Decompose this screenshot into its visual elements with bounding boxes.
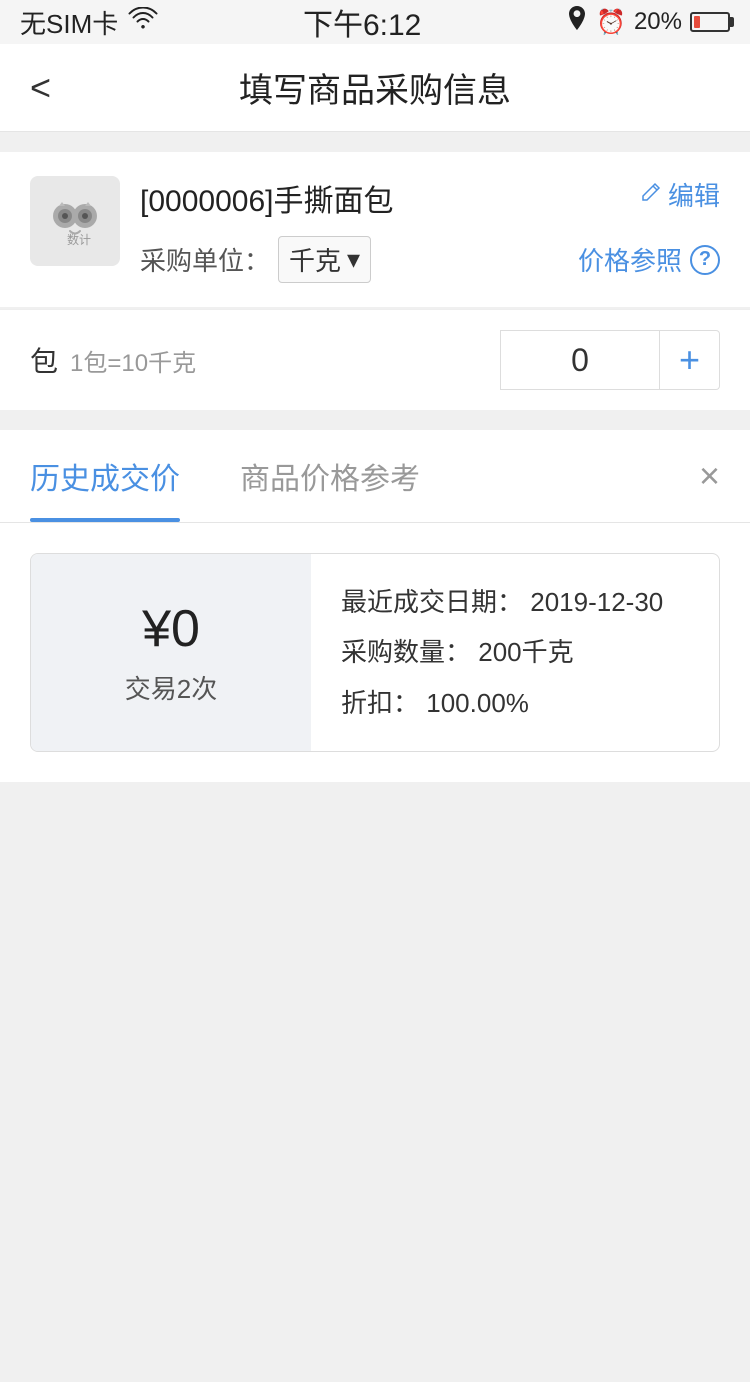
unit-label: 采购单位：	[140, 241, 270, 278]
price-summary: ¥0 交易2次	[31, 554, 311, 751]
tab-product-price-ref[interactable]: 商品价格参考	[240, 430, 420, 522]
price-card: ¥0 交易2次 最近成交日期： 2019-12-30 采购数量： 200千克 折…	[30, 553, 720, 752]
main-content-area	[0, 782, 750, 1382]
battery-percent: 20%	[634, 8, 682, 36]
quantity-plus-button[interactable]: +	[660, 330, 720, 390]
edit-icon-small	[640, 179, 662, 210]
discount-label: 折扣：	[341, 688, 419, 718]
product-card: 数计 [0000006]手撕面包 编辑 采购单位：	[0, 152, 750, 307]
status-bar: 无SIM卡 下午6:12 ⏰ 20%	[0, 0, 750, 44]
back-button[interactable]: <	[30, 67, 51, 109]
recent-date-value: 2019-12-30	[530, 587, 663, 617]
purchase-qty-row: 采购数量： 200千克	[341, 634, 689, 670]
wifi-icon	[128, 7, 158, 38]
discount-value: 100.00%	[426, 688, 529, 718]
product-thumbnail: 数计	[30, 176, 120, 266]
dropdown-arrow-icon: ▾	[347, 244, 360, 275]
purchase-qty-value: 200千克	[478, 637, 573, 667]
quantity-control: +	[500, 330, 720, 390]
edit-button[interactable]: 编辑	[640, 176, 720, 213]
unit-badge: 包	[30, 340, 58, 380]
svg-text:数计: 数计	[67, 232, 91, 246]
status-time: 下午6:12	[303, 0, 421, 44]
unit-conversion: 1包=10千克	[70, 343, 196, 378]
price-section: ¥0 交易2次 最近成交日期： 2019-12-30 采购数量： 200千克 折…	[0, 523, 750, 782]
recent-date-label: 最近成交日期：	[341, 587, 523, 617]
location-icon	[566, 6, 588, 39]
alarm-icon: ⏰	[596, 8, 626, 37]
price-amount: ¥0	[142, 599, 200, 659]
unit-info: 包 1包=10千克	[30, 340, 196, 380]
price-reference-button[interactable]: 价格参照 ?	[578, 241, 720, 278]
nav-bar: < 填写商品采购信息	[0, 44, 750, 132]
unit-select[interactable]: 千克 ▾	[278, 236, 371, 283]
tab-history-price[interactable]: 历史成交价	[30, 430, 180, 522]
price-transactions: 交易2次	[125, 669, 217, 706]
price-details: 最近成交日期： 2019-12-30 采购数量： 200千克 折扣： 100.0…	[311, 554, 719, 751]
tab-bar: 历史成交价 商品价格参考 ×	[0, 430, 750, 523]
product-name: [0000006]手撕面包	[140, 176, 393, 220]
price-ref-label: 价格参照	[578, 241, 682, 278]
carrier-text: 无SIM卡	[20, 4, 118, 41]
purchase-qty-label: 采购数量：	[341, 637, 471, 667]
tab-list: 历史成交价 商品价格参考	[30, 430, 420, 522]
status-right: ⏰ 20%	[566, 6, 730, 39]
help-icon: ?	[690, 245, 720, 275]
quantity-row: 包 1包=10千克 +	[0, 309, 750, 410]
battery-indicator	[690, 12, 730, 32]
page-title: 填写商品采购信息	[239, 63, 511, 112]
product-info: [0000006]手撕面包 编辑 采购单位： 千克	[140, 176, 720, 283]
plus-icon: +	[679, 339, 700, 381]
quantity-input[interactable]	[500, 330, 660, 390]
recent-date-row: 最近成交日期： 2019-12-30	[341, 584, 689, 620]
tab-close-button[interactable]: ×	[699, 455, 720, 497]
edit-label: 编辑	[668, 176, 720, 213]
discount-row: 折扣： 100.00%	[341, 685, 689, 721]
unit-value: 千克	[289, 241, 341, 278]
status-left: 无SIM卡	[20, 4, 158, 41]
